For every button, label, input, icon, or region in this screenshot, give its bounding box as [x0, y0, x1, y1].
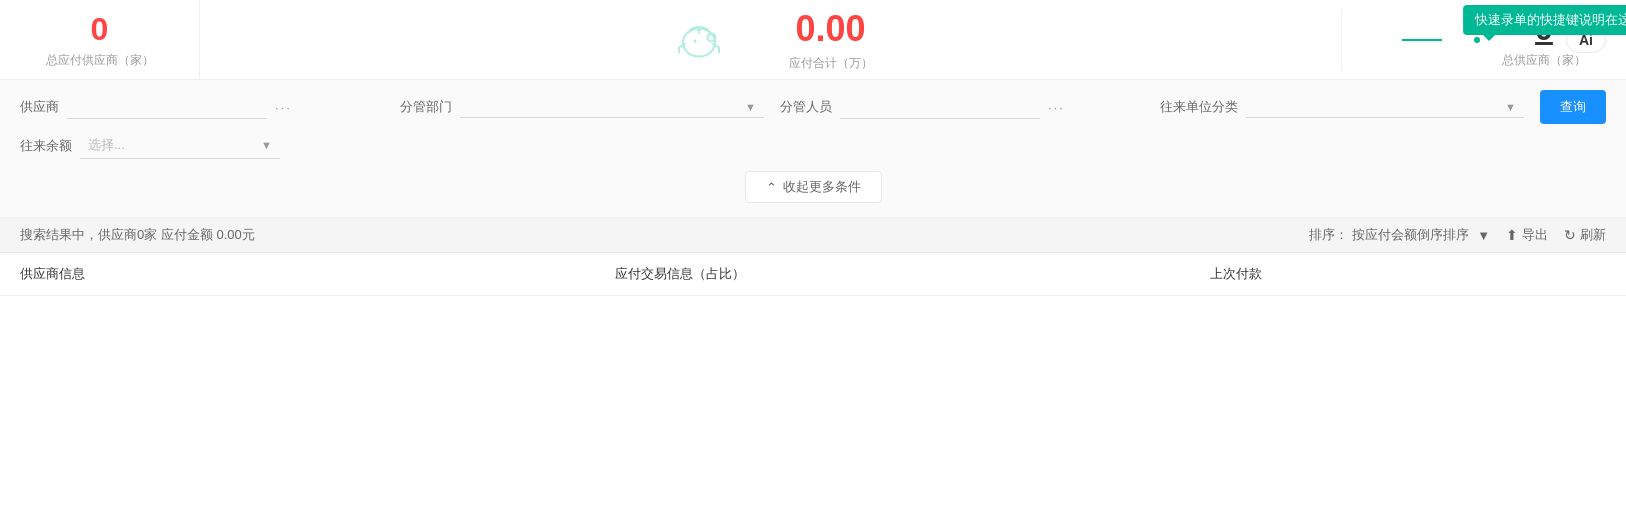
stats-middle: 0.00 应付合计（万）	[200, 0, 1341, 79]
dept-select[interactable]: ▼	[460, 97, 764, 118]
dept-filter-group: 分管部门 ▼	[400, 97, 764, 118]
person-dots-button[interactable]: ···	[1048, 100, 1065, 115]
filter-row-1: 供应商 ··· 分管部门 ▼ 分管人员 ··· 往来单位分类 ▼	[20, 90, 1606, 124]
svg-point-2	[693, 39, 696, 42]
collapse-arrow-icon: ⌃	[766, 180, 777, 195]
payable-total-label: 应付合计（万）	[789, 55, 873, 72]
results-bar: 搜索结果中，供应商0家 应付金额 0.00元 排序： 按应付会额倒序排序 ▼ ⬆…	[0, 218, 1626, 253]
dept-arrow-icon: ▼	[745, 101, 756, 113]
export-button[interactable]: ⬆ 导出	[1506, 226, 1548, 244]
payable-suppliers-number: 0	[91, 10, 109, 48]
col-payable-transaction: 应付交易信息（占比）	[615, 265, 1210, 283]
sort-arrow-icon: ▼	[1477, 228, 1490, 243]
results-info: 搜索结果中，供应商0家 应付金额 0.00元	[20, 226, 255, 244]
balance-filter-group: 往来余额 选择... ▼	[20, 132, 340, 159]
balance-placeholder: 选择...	[88, 136, 125, 154]
table-body	[0, 296, 1626, 515]
stat-payable-suppliers: 0 总应付供应商（家）	[0, 0, 200, 79]
collapse-row: ⌃ 收起更多条件	[20, 167, 1606, 207]
payable-suppliers-label: 总应付供应商（家）	[46, 52, 154, 69]
sort-select[interactable]: 排序： 按应付会额倒序排序 ▼	[1309, 226, 1490, 244]
export-label: 导出	[1522, 226, 1548, 244]
supplier-label: 供应商	[20, 98, 59, 116]
person-filter-group: 分管人员 ···	[780, 95, 1144, 119]
payable-total-number: 0.00	[795, 7, 865, 50]
balance-select[interactable]: 选择... ▼	[80, 132, 280, 159]
refresh-button[interactable]: ↻ 刷新	[1564, 226, 1606, 244]
unit-category-arrow-icon: ▼	[1505, 101, 1516, 113]
balance-label: 往来余额	[20, 137, 72, 155]
piggy-bank-icon	[669, 10, 729, 70]
unit-category-label: 往来单位分类	[1160, 98, 1238, 116]
tooltip-line	[1402, 39, 1442, 41]
table-header: 供应商信息 应付交易信息（占比） 上次付款	[0, 253, 1626, 296]
unit-category-filter-group: 往来单位分类 ▼	[1160, 97, 1524, 118]
query-button[interactable]: 查询	[1540, 90, 1606, 124]
tooltip-dot	[1472, 35, 1482, 45]
supplier-filter-group: 供应商 ···	[20, 95, 384, 119]
sort-value: 按应付会额倒序排序	[1352, 226, 1469, 244]
filter-bar: 供应商 ··· 分管部门 ▼ 分管人员 ··· 往来单位分类 ▼	[0, 80, 1626, 218]
refresh-icon: ↻	[1564, 227, 1576, 243]
tooltip-text: 快速录单的快捷键说明在这里	[1475, 11, 1626, 29]
filter-row-2: 往来余额 选择... ▼	[20, 132, 1606, 159]
export-icon: ⬆	[1506, 227, 1518, 243]
total-suppliers-label: 总供应商（家）	[1502, 52, 1586, 69]
person-input[interactable]	[840, 95, 1040, 119]
collapse-button[interactable]: ⌃ 收起更多条件	[745, 171, 882, 203]
sort-label: 排序：	[1309, 226, 1348, 244]
dept-label: 分管部门	[400, 98, 452, 116]
unit-category-select[interactable]: ▼	[1246, 97, 1524, 118]
supplier-input[interactable]	[67, 95, 267, 119]
person-label: 分管人员	[780, 98, 832, 116]
collapse-label: 收起更多条件	[783, 178, 861, 196]
supplier-dots-button[interactable]: ···	[275, 100, 292, 115]
col-last-payment: 上次付款	[1210, 265, 1607, 283]
tooltip-bubble: 快速录单的快捷键说明在这里 ×	[1463, 5, 1626, 35]
results-actions: 排序： 按应付会额倒序排序 ▼ ⬆ 导出 ↻ 刷新	[1309, 226, 1606, 244]
balance-arrow-icon: ▼	[261, 139, 272, 151]
refresh-label: 刷新	[1580, 226, 1606, 244]
stats-bar: 0 总应付供应商（家） 0.00 应付合计（万） 快速录单的快捷键	[0, 0, 1626, 80]
col-supplier-info: 供应商信息	[20, 265, 615, 283]
